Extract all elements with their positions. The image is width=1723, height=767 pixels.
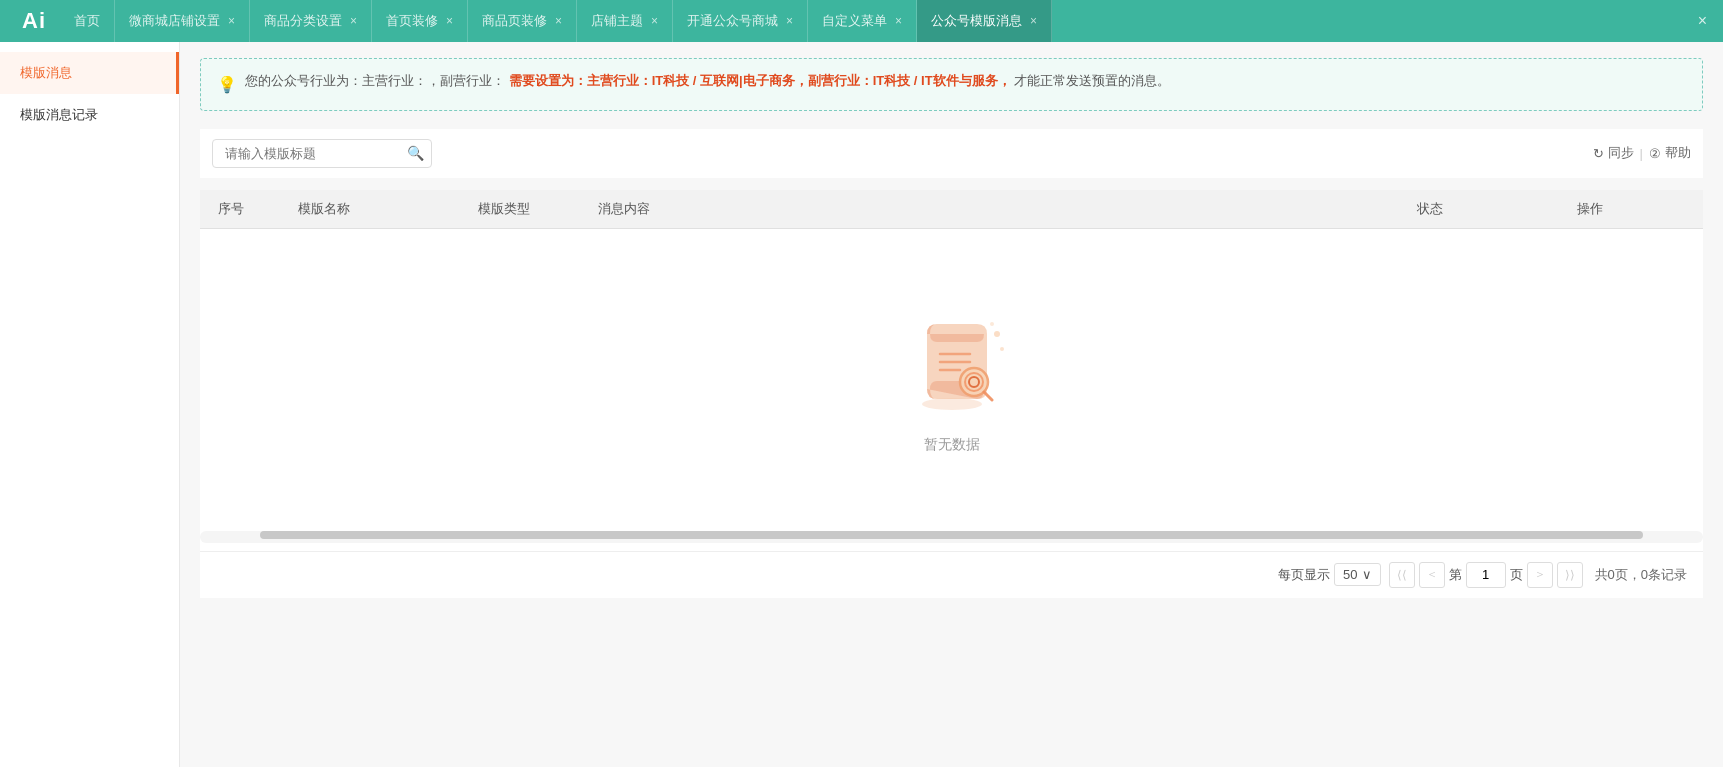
tab-product-page[interactable]: 商品页装修 × (468, 0, 577, 42)
tab-category-close[interactable]: × (350, 14, 357, 28)
tab-theme-label: 店铺主题 (591, 12, 643, 30)
col-index: 序号 (212, 200, 292, 218)
help-label: 帮助 (1665, 144, 1691, 162)
goto-label: 第 (1449, 566, 1462, 584)
svg-point-0 (922, 398, 982, 410)
prev-page-button[interactable]: ＜ (1419, 562, 1445, 588)
page-label: 页 (1510, 566, 1523, 584)
tab-product-page-label: 商品页装修 (482, 12, 547, 30)
tab-theme-close[interactable]: × (651, 14, 658, 28)
search-input[interactable] (212, 139, 432, 168)
page-size-select: 每页显示 50 ∨ (1278, 563, 1380, 586)
tab-home[interactable]: 首页 (60, 0, 115, 42)
sidebar-item-template-record-label: 模版消息记录 (20, 107, 98, 122)
col-type: 模版类型 (472, 200, 592, 218)
first-page-button[interactable]: ⟨⟨ (1389, 562, 1415, 588)
refresh-icon: ↻ (1593, 146, 1604, 161)
page-size-label: 每页显示 (1278, 566, 1330, 584)
svg-point-8 (994, 331, 1000, 337)
col-name: 模版名称 (292, 200, 472, 218)
help-icon: ② (1649, 146, 1661, 161)
search-button[interactable]: 🔍 (407, 145, 424, 161)
tab-menu[interactable]: 自定义菜单 × (808, 0, 917, 42)
col-content: 消息内容 (592, 200, 1411, 218)
sync-label: 同步 (1608, 144, 1634, 162)
tab-homepage-label: 首页装修 (386, 12, 438, 30)
tab-mall-close[interactable]: × (786, 14, 793, 28)
pagination: 每页显示 50 ∨ ⟨⟨ ＜ 第 页 ＞ ⟩⟩ 共0页，0条记录 (200, 551, 1703, 598)
svg-point-9 (1000, 347, 1004, 351)
tab-home-label: 首页 (74, 12, 100, 30)
sidebar-item-template-label: 模版消息 (20, 65, 72, 80)
search-input-wrapper: 🔍 (212, 139, 432, 168)
dropdown-chevron-icon: ∨ (1362, 567, 1372, 582)
sidebar-item-template-record[interactable]: 模版消息记录 (0, 94, 179, 136)
tab-menu-label: 自定义菜单 (822, 12, 887, 30)
tab-category-label: 商品分类设置 (264, 12, 342, 30)
notice-text-highlight: 需要设置为：主营行业：IT科技 / 互联网|电子商务，副营行业：IT科技 / I… (509, 73, 1011, 88)
sidebar-item-template[interactable]: 模版消息 (0, 52, 179, 94)
notice-icon: 💡 (217, 72, 237, 98)
tab-homepage[interactable]: 首页装修 × (372, 0, 468, 42)
search-bar: 🔍 ↻ 同步 | ② 帮助 (200, 129, 1703, 178)
tab-weishop-close[interactable]: × (228, 14, 235, 28)
tab-homepage-close[interactable]: × (446, 14, 453, 28)
notice-text: 您的公众号行业为：主营行业：，副营行业： 需要设置为：主营行业：IT科技 / 互… (245, 71, 1170, 92)
tab-product-page-close[interactable]: × (555, 14, 562, 28)
notice-text-after: 才能正常发送预置的消息。 (1014, 73, 1170, 88)
page-nav: ⟨⟨ ＜ 第 页 ＞ ⟩⟩ 共0页，0条记录 (1389, 562, 1687, 588)
col-action: 操作 (1571, 200, 1691, 218)
logo: Ai (8, 8, 60, 34)
tab-mall[interactable]: 开通公众号商城 × (673, 0, 808, 42)
toolbar-right: ↻ 同步 | ② 帮助 (1593, 144, 1691, 162)
tab-template-msg[interactable]: 公众号模版消息 × (917, 0, 1052, 42)
horizontal-scrollbar[interactable] (200, 531, 1703, 543)
toolbar-divider: | (1640, 146, 1643, 161)
tab-mall-label: 开通公众号商城 (687, 12, 778, 30)
next-page-button[interactable]: ＞ (1527, 562, 1553, 588)
svg-point-10 (990, 322, 994, 326)
help-button[interactable]: ② 帮助 (1649, 144, 1691, 162)
tab-weishop[interactable]: 微商城店铺设置 × (115, 0, 250, 42)
last-page-button[interactable]: ⟩⟩ (1557, 562, 1583, 588)
col-status: 状态 (1411, 200, 1571, 218)
tab-weishop-label: 微商城店铺设置 (129, 12, 220, 30)
tab-template-msg-close[interactable]: × (1030, 14, 1037, 28)
page-size-dropdown[interactable]: 50 ∨ (1334, 563, 1380, 586)
tab-bar: Ai 首页 微商城店铺设置 × 商品分类设置 × 首页装修 × 商品页装修 × … (0, 0, 1723, 42)
sync-button[interactable]: ↻ 同步 (1593, 144, 1634, 162)
table-body: 暂无数据 (200, 229, 1703, 529)
close-all-button[interactable]: × (1690, 12, 1715, 30)
page-size-value: 50 (1343, 567, 1357, 582)
svg-line-6 (984, 392, 992, 400)
scroll-thumb[interactable] (260, 531, 1643, 539)
page-total: 共0页，0条记录 (1595, 566, 1687, 584)
notice-text-before: 您的公众号行业为：主营行业：，副营行业： (245, 73, 505, 88)
tab-template-msg-label: 公众号模版消息 (931, 12, 1022, 30)
tab-theme[interactable]: 店铺主题 × (577, 0, 673, 42)
empty-text: 暂无数据 (924, 436, 980, 454)
empty-illustration (892, 304, 1012, 424)
tab-menu-close[interactable]: × (895, 14, 902, 28)
content-area: 💡 您的公众号行业为：主营行业：，副营行业： 需要设置为：主营行业：IT科技 /… (180, 42, 1723, 767)
empty-state: 暂无数据 (892, 304, 1012, 454)
main-layout: 模版消息 模版消息记录 💡 您的公众号行业为：主营行业：，副营行业： 需要设置为… (0, 42, 1723, 767)
table-container: 序号 模版名称 模版类型 消息内容 状态 操作 (200, 190, 1703, 598)
page-number-input[interactable] (1466, 562, 1506, 588)
tab-category[interactable]: 商品分类设置 × (250, 0, 372, 42)
notice-banner: 💡 您的公众号行业为：主营行业：，副营行业： 需要设置为：主营行业：IT科技 /… (200, 58, 1703, 111)
sidebar: 模版消息 模版消息记录 (0, 42, 180, 767)
search-left: 🔍 (212, 139, 432, 168)
table-header: 序号 模版名称 模版类型 消息内容 状态 操作 (200, 190, 1703, 229)
